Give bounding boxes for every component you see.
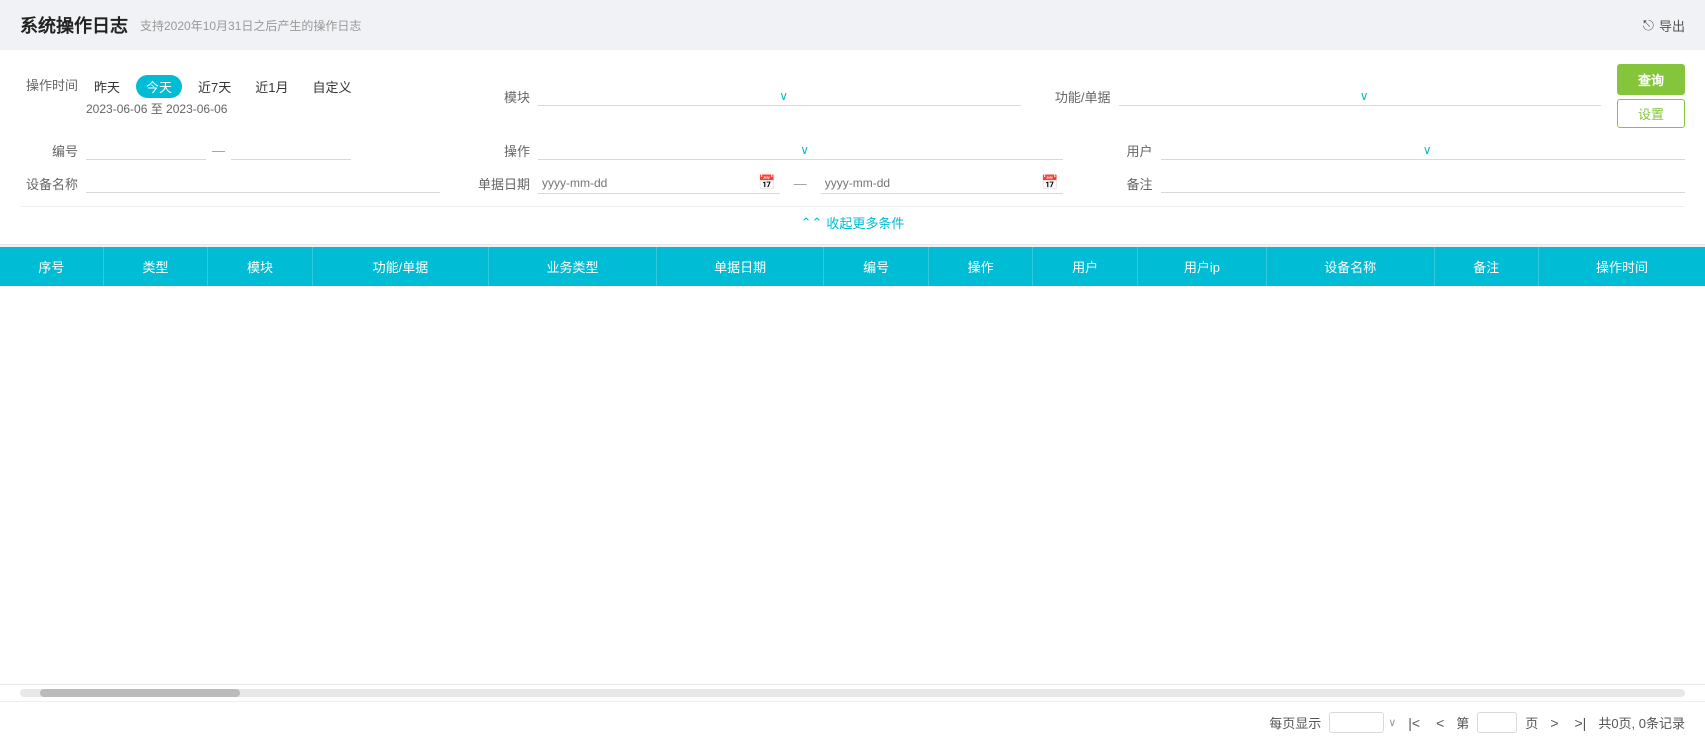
date-label: 单据日期	[460, 174, 530, 193]
pagination-bar: 每页显示 100 ∨ |< < 第 1 页 > >| 共0页, 0条记录	[0, 701, 1705, 743]
scroll-track[interactable]	[20, 689, 1685, 697]
page-size-arrow-icon: ∨	[1388, 716, 1396, 729]
user-chevron-icon: ∨	[1423, 143, 1681, 157]
user-label: 用户	[1083, 141, 1153, 160]
col-device: 设备名称	[1266, 247, 1434, 286]
func-chevron-icon: ∨	[1360, 89, 1597, 103]
collapse-label: 收起更多条件	[826, 213, 904, 232]
col-func: 功能/单据	[312, 247, 488, 286]
col-op-time: 操作时间	[1539, 247, 1705, 286]
page-label: 第	[1456, 713, 1469, 732]
filter-panel: 操作时间 昨天 今天 近7天 近1月 自定义 2023-06-06 至 2023…	[0, 50, 1705, 245]
col-operation: 操作	[928, 247, 1032, 286]
first-page-button[interactable]: |<	[1404, 713, 1424, 733]
time-filter-group: 操作时间 昨天 今天 近7天 近1月 自定义 2023-06-06 至 2023…	[20, 75, 440, 117]
col-type: 类型	[103, 247, 207, 286]
device-filter: 设备名称	[20, 173, 440, 193]
device-input[interactable]	[86, 173, 440, 193]
time-range-display: 2023-06-06 至 2023-06-06	[86, 100, 360, 117]
time-label: 操作时间	[20, 75, 78, 94]
scroll-bar-area	[0, 684, 1705, 701]
time-options: 昨天 今天 近7天 近1月 自定义	[86, 75, 360, 98]
prev-page-button[interactable]: <	[1432, 713, 1448, 733]
code-filter: 编号 —	[20, 140, 440, 160]
module-chevron-icon: ∨	[779, 89, 1016, 103]
date-filter: 单据日期 📅 — 📅	[440, 172, 1063, 194]
user-select[interactable]: ∨	[1161, 141, 1686, 160]
collapse-button[interactable]: ⌃⌃ 收起更多条件	[801, 213, 905, 232]
code-range: —	[86, 140, 440, 160]
page-header: 系统操作日志 支持2020年10月31日之后产生的操作日志 ⎋ 导出	[0, 0, 1705, 50]
data-table: 序号 类型 模块 功能/单据 业务类型 单据日期 编号 操作 用户 用户ip 设…	[0, 247, 1705, 286]
date-start-input[interactable]	[542, 176, 758, 190]
page-size-select[interactable]: 100 ∨	[1329, 712, 1396, 733]
calendar-end-icon[interactable]: 📅	[1041, 174, 1058, 191]
date-end-wrap: 📅	[821, 172, 1063, 194]
time-btn-7days[interactable]: 近7天	[190, 75, 239, 98]
page-title: 系统操作日志	[20, 12, 128, 38]
col-code: 编号	[824, 247, 928, 286]
module-select[interactable]: ∨	[538, 87, 1021, 106]
collapse-bar: ⌃⌃ 收起更多条件	[20, 206, 1685, 234]
export-icon: ⎋	[1643, 17, 1654, 34]
operation-chevron-icon: ∨	[800, 143, 1058, 157]
module-filter: 模块 ∨	[440, 87, 1021, 106]
func-filter: 功能/单据 ∨	[1021, 87, 1602, 106]
header-left: 系统操作日志 支持2020年10月31日之后产生的操作日志	[20, 12, 361, 38]
code-dash: —	[212, 143, 225, 158]
remark-label: 备注	[1083, 174, 1153, 193]
remark-filter: 备注	[1063, 173, 1686, 193]
collapse-chevron-icon: ⌃⌃	[801, 215, 823, 231]
col-date: 单据日期	[656, 247, 824, 286]
settings-button[interactable]: 设置	[1617, 99, 1685, 128]
col-remark: 备注	[1434, 247, 1538, 286]
export-button[interactable]: ⎋ 导出	[1643, 16, 1685, 35]
last-page-button[interactable]: >|	[1571, 713, 1591, 733]
total-info: 共0页, 0条记录	[1598, 713, 1685, 732]
func-label: 功能/单据	[1041, 87, 1111, 106]
code-start-input[interactable]	[86, 140, 206, 160]
time-btn-custom[interactable]: 自定义	[305, 75, 360, 98]
operation-filter: 操作 ∨	[440, 141, 1063, 160]
next-page-button[interactable]: >	[1546, 713, 1562, 733]
page-size-label: 每页显示	[1269, 713, 1321, 732]
time-btn-1month[interactable]: 近1月	[247, 75, 296, 98]
page-wrapper: 系统操作日志 支持2020年10月31日之后产生的操作日志 ⎋ 导出 操作时间 …	[0, 0, 1705, 743]
page-subtitle: 支持2020年10月31日之后产生的操作日志	[140, 17, 361, 34]
action-buttons: 查询 设置	[1617, 64, 1685, 128]
filter-row-1: 操作时间 昨天 今天 近7天 近1月 自定义 2023-06-06 至 2023…	[20, 64, 1685, 128]
filter-row-2: 编号 — 操作 ∨ 用户 ∨	[20, 140, 1685, 160]
col-user-ip: 用户ip	[1137, 247, 1266, 286]
date-start-wrap: 📅	[538, 172, 780, 194]
col-module: 模块	[208, 247, 312, 286]
col-biz-type: 业务类型	[489, 247, 657, 286]
export-label: 导出	[1659, 16, 1685, 35]
remark-input[interactable]	[1161, 173, 1686, 193]
col-seq: 序号	[0, 247, 103, 286]
calendar-start-icon[interactable]: 📅	[758, 174, 775, 191]
code-end-input[interactable]	[231, 140, 351, 160]
operation-select[interactable]: ∨	[538, 141, 1063, 160]
user-filter: 用户 ∨	[1063, 141, 1686, 160]
page-size-input[interactable]: 100	[1329, 712, 1384, 733]
page-num-input[interactable]: 1	[1477, 712, 1517, 733]
table-header: 序号 类型 模块 功能/单据 业务类型 单据日期 编号 操作 用户 用户ip 设…	[0, 247, 1705, 286]
scroll-thumb[interactable]	[40, 689, 240, 697]
time-btn-today[interactable]: 今天	[136, 75, 182, 98]
query-button[interactable]: 查询	[1617, 64, 1685, 95]
device-label: 设备名称	[20, 174, 78, 193]
date-dash: —	[794, 176, 807, 191]
module-label: 模块	[460, 87, 530, 106]
table-header-row: 序号 类型 模块 功能/单据 业务类型 单据日期 编号 操作 用户 用户ip 设…	[0, 247, 1705, 286]
col-user: 用户	[1033, 247, 1137, 286]
time-options-group: 昨天 今天 近7天 近1月 自定义 2023-06-06 至 2023-06-0…	[86, 75, 360, 117]
page-unit: 页	[1525, 713, 1538, 732]
time-btn-yesterday[interactable]: 昨天	[86, 75, 128, 98]
filter-row-3: 设备名称 单据日期 📅 — 📅 备注	[20, 172, 1685, 194]
code-label: 编号	[20, 141, 78, 160]
table-section: 序号 类型 模块 功能/单据 业务类型 单据日期 编号 操作 用户 用户ip 设…	[0, 247, 1705, 684]
func-select[interactable]: ∨	[1119, 87, 1602, 106]
date-end-input[interactable]	[825, 176, 1041, 190]
operation-label: 操作	[460, 141, 530, 160]
